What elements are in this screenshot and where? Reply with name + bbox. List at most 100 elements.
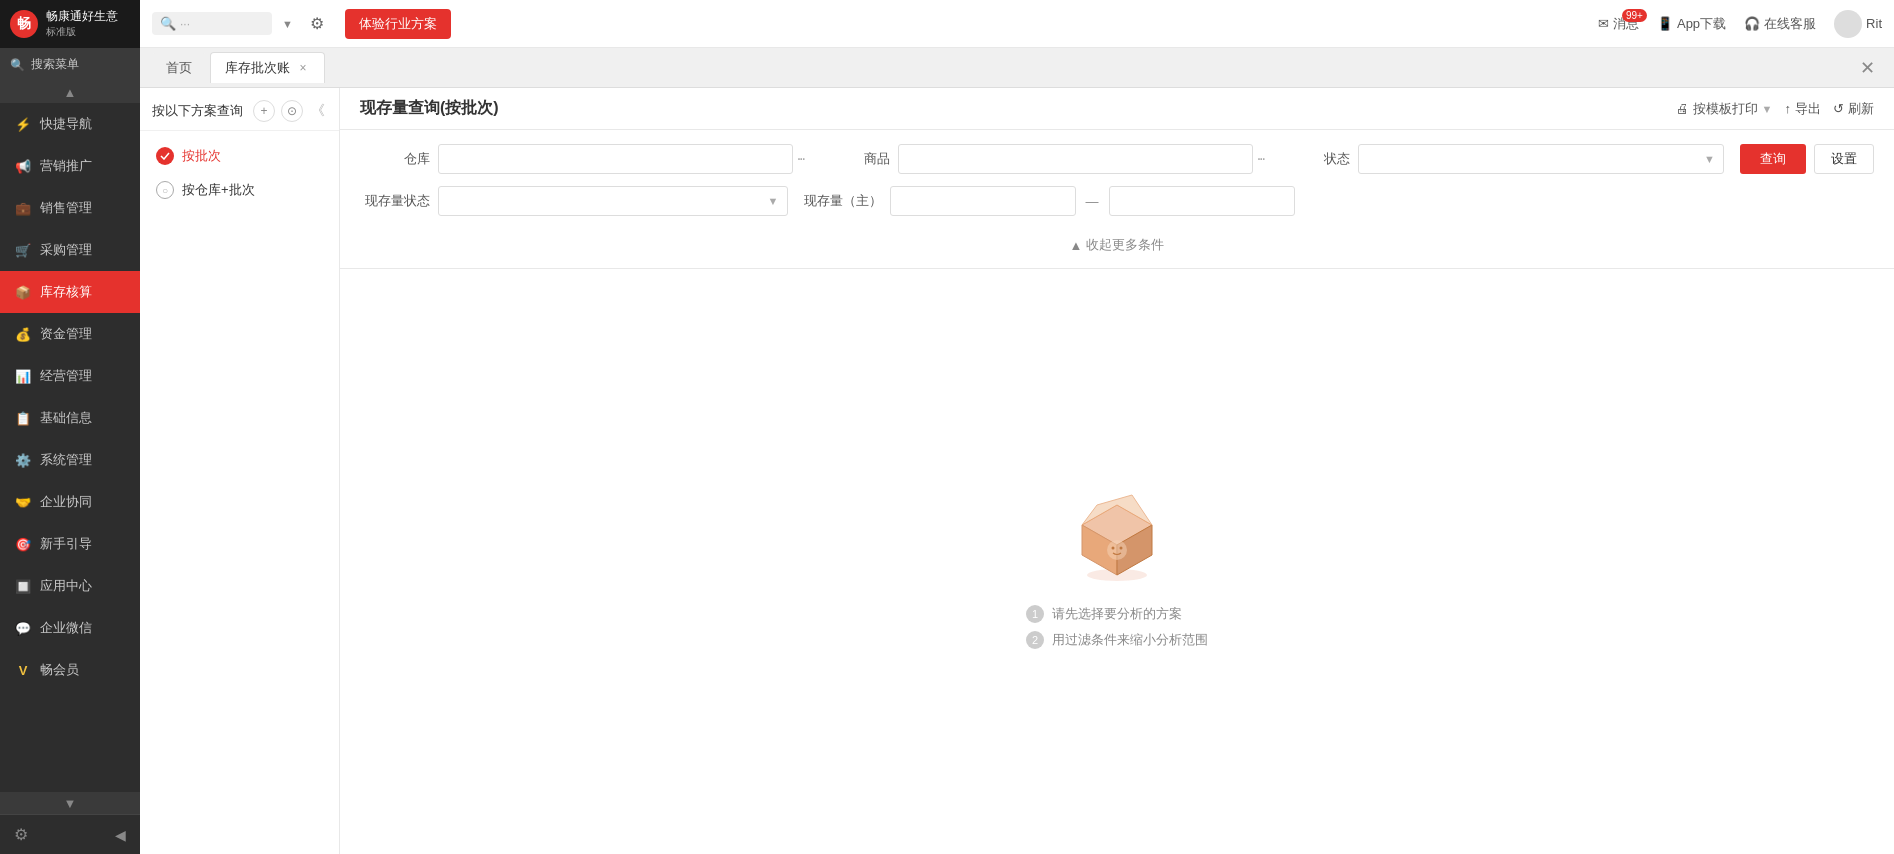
wechat-icon: 💬 xyxy=(14,619,32,637)
finance-icon: 💰 xyxy=(14,325,32,343)
export-label: 导出 xyxy=(1795,100,1821,118)
empty-tip-1: 1 请先选择要分析的方案 xyxy=(1026,605,1208,623)
topbar-settings-btn[interactable]: ⚙ xyxy=(303,10,331,38)
sidebar-item-purchase[interactable]: 🛒 采购管理 xyxy=(0,229,140,271)
collapse-conditions-btn[interactable]: ▲ 收起更多条件 xyxy=(360,228,1874,254)
sidebar-item-quick-nav[interactable]: ⚡ 快捷导航 xyxy=(0,103,140,145)
topbar-search-icon: 🔍 xyxy=(160,16,176,31)
status-chevron-icon: ▼ xyxy=(1704,153,1715,165)
empty-tips: 1 请先选择要分析的方案 2 用过滤条件来缩小分析范围 xyxy=(1026,605,1208,649)
collapse-panel-btn[interactable]: 《 xyxy=(309,102,327,120)
plan-label: 按批次 xyxy=(182,147,221,165)
app-logo: 畅 xyxy=(10,10,38,38)
sales-icon: 💼 xyxy=(14,199,32,217)
online-service-btn[interactable]: 🎧 在线客服 xyxy=(1744,15,1816,33)
sidebar-item-inventory[interactable]: 📦 库存核算 xyxy=(0,271,140,313)
left-panel-title: 按以下方案查询 xyxy=(152,102,243,120)
sidebar-item-label: 快捷导航 xyxy=(40,115,92,133)
plan-inactive-icon: ○ xyxy=(156,181,174,199)
user-avatar-btn[interactable]: Rit xyxy=(1834,10,1882,38)
main-area: 🔍 ··· ▼ ⚙ 体验行业方案 ✉ 消息 99+ 📱 App下载 🎧 在线客服… xyxy=(140,0,1894,854)
trial-btn[interactable]: 体验行业方案 xyxy=(345,9,451,39)
sidebar-item-label: 销售管理 xyxy=(40,199,92,217)
sidebar-item-apps[interactable]: 🔲 应用中心 xyxy=(0,565,140,607)
sidebar-item-label: 新手引导 xyxy=(40,535,92,553)
plan-item-warehouse-batch[interactable]: ○ 按仓库+批次 xyxy=(140,173,339,207)
app-company: 畅康通好生意 xyxy=(46,9,118,25)
apps-icon: 🔲 xyxy=(14,577,32,595)
warehouse-input[interactable] xyxy=(438,144,793,174)
home-tab-label: 首页 xyxy=(166,59,192,77)
export-btn[interactable]: ↑ 导出 xyxy=(1785,100,1822,118)
tab-home[interactable]: 首页 xyxy=(152,53,206,83)
topbar-dropdown-icon[interactable]: ▼ xyxy=(282,18,293,30)
sidebar-search[interactable]: 🔍 搜索菜单 xyxy=(0,48,140,81)
app-download-btn[interactable]: 📱 App下载 xyxy=(1657,15,1726,33)
sidebar-settings-icon[interactable]: ⚙ xyxy=(14,825,28,844)
tab-inventory-batch[interactable]: 库存批次账 × xyxy=(210,52,325,83)
sidebar-item-label: 畅会员 xyxy=(40,661,79,679)
sidebar-item-system[interactable]: ⚙️ 系统管理 xyxy=(0,439,140,481)
plan-label: 按仓库+批次 xyxy=(182,181,255,199)
app-edition: 标准版 xyxy=(46,25,118,39)
svg-point-6 xyxy=(1112,546,1115,549)
sidebar-item-label: 经营管理 xyxy=(40,367,92,385)
add-plan-btn[interactable]: + xyxy=(253,100,275,122)
messages-btn[interactable]: ✉ 消息 99+ xyxy=(1598,15,1639,33)
plan-item-batch[interactable]: 按批次 xyxy=(140,139,339,173)
sidebar-item-sales[interactable]: 💼 销售管理 xyxy=(0,187,140,229)
action-buttons: 查询 设置 xyxy=(1740,144,1874,174)
empty-illustration xyxy=(1062,475,1172,585)
settings-circle-icon: ⊙ xyxy=(287,104,297,118)
panel-close-btn[interactable]: ✕ xyxy=(1852,53,1882,83)
topbar-search-box[interactable]: 🔍 ··· xyxy=(152,12,272,35)
sidebar-nav: ⚡ 快捷导航 📢 营销推广 💼 销售管理 🛒 采购管理 📦 库存核算 💰 资金管… xyxy=(0,103,140,792)
add-icon: + xyxy=(260,104,267,118)
goods-input[interactable] xyxy=(898,144,1253,174)
query-btn[interactable]: 查询 xyxy=(1740,144,1806,174)
svg-point-7 xyxy=(1120,546,1123,549)
sidebar-item-wechat[interactable]: 💬 企业微信 xyxy=(0,607,140,649)
topbar-search-placeholder: ··· xyxy=(180,17,190,31)
refresh-btn[interactable]: ↺ 刷新 xyxy=(1833,100,1874,118)
left-panel-actions: + ⊙ 《 xyxy=(253,100,327,122)
warehouse-label: 仓库 xyxy=(360,150,430,168)
plan-active-icon xyxy=(156,147,174,165)
service-icon: 🎧 xyxy=(1744,16,1760,31)
sidebar-item-label: 采购管理 xyxy=(40,241,92,259)
topbar: 🔍 ··· ▼ ⚙ 体验行业方案 ✉ 消息 99+ 📱 App下载 🎧 在线客服… xyxy=(140,0,1894,48)
sidebar-scroll-down-btn[interactable]: ▼ xyxy=(0,792,140,814)
tab-close-btn[interactable]: × xyxy=(296,61,310,75)
marketing-icon: 📢 xyxy=(14,157,32,175)
left-panel-header: 按以下方案查询 + ⊙ 《 xyxy=(140,88,339,131)
filter-area: 仓库 ··· 商品 ··· xyxy=(340,130,1894,269)
sidebar-item-vip[interactable]: V 畅会员 xyxy=(0,649,140,691)
page-header: 现存量查询(按批次) 🖨 按模板打印 ▼ ↑ 导出 ↺ 刷新 xyxy=(340,88,1894,130)
sidebar-item-marketing[interactable]: 📢 营销推广 xyxy=(0,145,140,187)
sidebar-footer: ⚙ ◀ xyxy=(0,814,140,854)
left-panel: 按以下方案查询 + ⊙ 《 xyxy=(140,88,340,854)
page-title: 现存量查询(按批次) xyxy=(360,98,499,119)
inventory-status-select[interactable]: ▼ xyxy=(438,186,788,216)
plan-settings-btn[interactable]: ⊙ xyxy=(281,100,303,122)
sidebar-collapse-icon[interactable]: ◀ xyxy=(115,827,126,843)
settings-btn[interactable]: 设置 xyxy=(1814,144,1874,174)
user-name: Rit xyxy=(1866,16,1882,31)
sidebar-item-newbie[interactable]: 🎯 新手引导 xyxy=(0,523,140,565)
sidebar-item-label: 企业微信 xyxy=(40,619,92,637)
tip-number-1: 1 xyxy=(1026,605,1044,623)
sidebar-item-basics[interactable]: 📋 基础信息 xyxy=(0,397,140,439)
print-template-btn[interactable]: 🖨 按模板打印 ▼ xyxy=(1676,100,1773,118)
warehouse-more-icon[interactable]: ··· xyxy=(797,150,804,168)
tip-1-text: 请先选择要分析的方案 xyxy=(1052,605,1182,623)
sidebar-item-enterprise[interactable]: 🤝 企业协同 xyxy=(0,481,140,523)
sidebar-scroll-up-btn[interactable]: ▲ xyxy=(0,81,140,103)
sidebar-item-finance[interactable]: 💰 资金管理 xyxy=(0,313,140,355)
collapse-left-icon: 《 xyxy=(311,102,325,120)
inventory-qty-max[interactable] xyxy=(1109,186,1295,216)
sidebar-item-operations[interactable]: 📊 经营管理 xyxy=(0,355,140,397)
inventory-qty-min[interactable] xyxy=(890,186,1076,216)
status-select[interactable]: ▼ xyxy=(1358,144,1724,174)
goods-more-icon[interactable]: ··· xyxy=(1257,150,1264,168)
warehouse-filter: 仓库 ··· xyxy=(360,144,804,174)
